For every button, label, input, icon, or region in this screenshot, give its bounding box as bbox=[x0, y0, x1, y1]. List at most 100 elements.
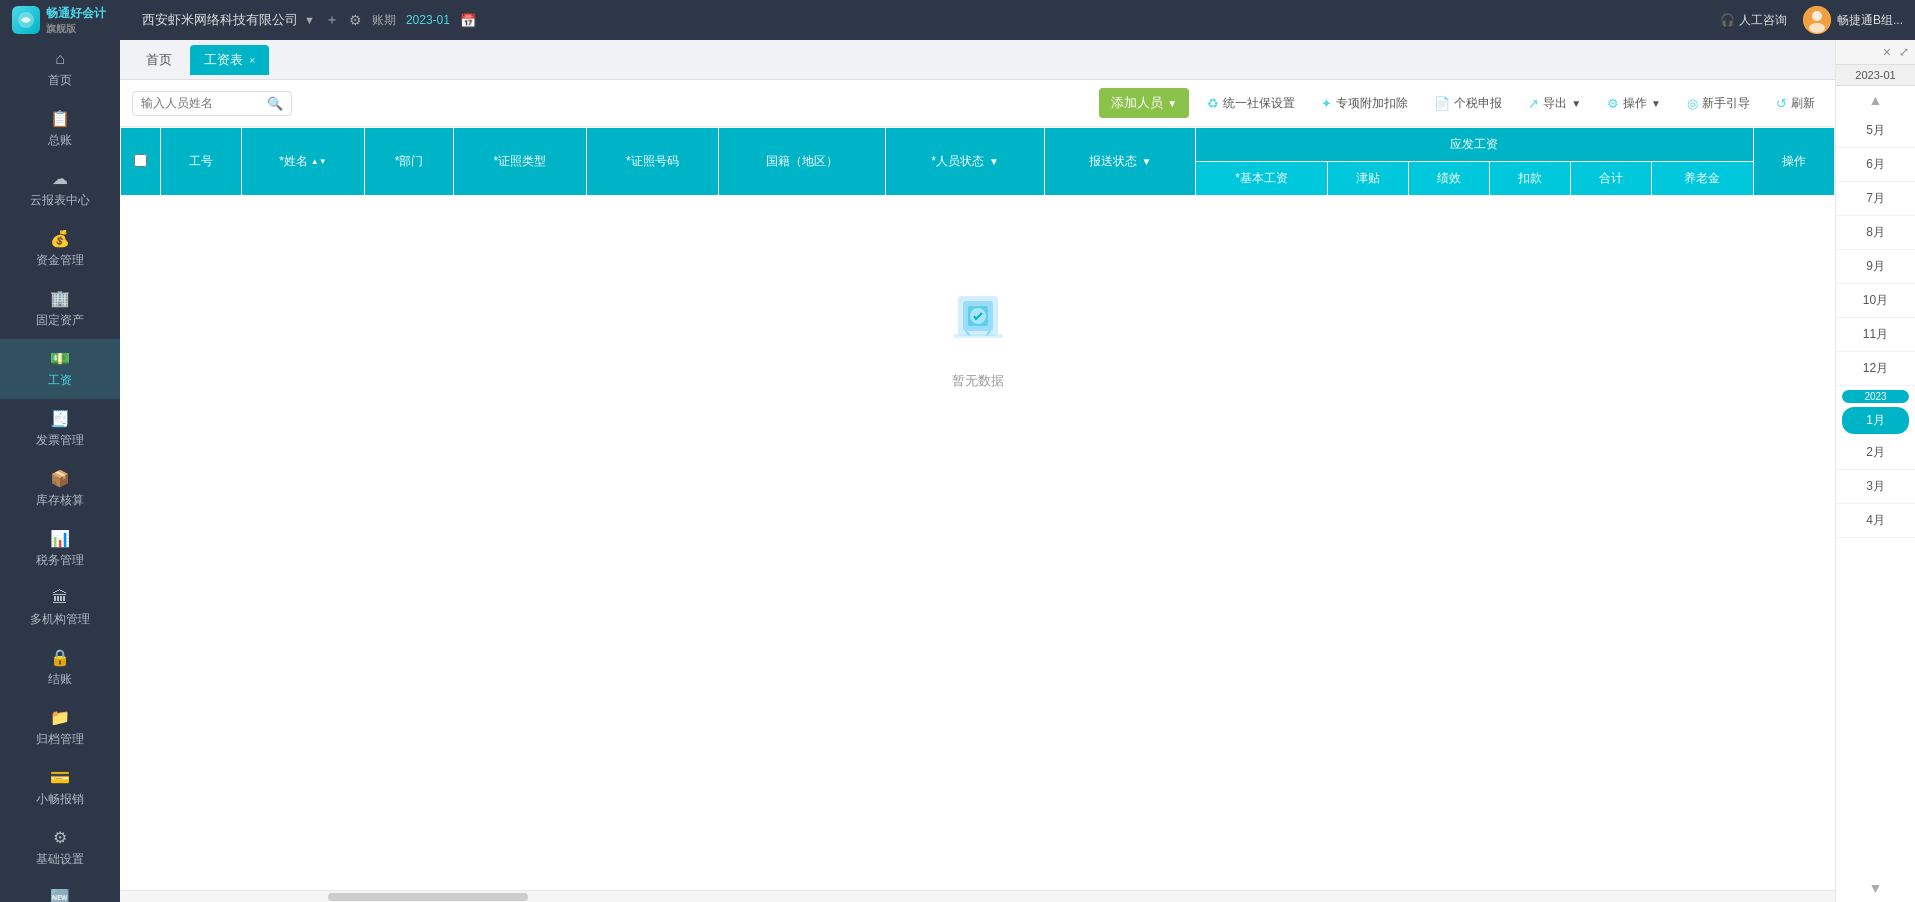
archive-icon: 📁 bbox=[50, 708, 70, 727]
sidebar-item-tax[interactable]: 📊 税务管理 bbox=[0, 519, 120, 579]
th-id-no: *证照号码 bbox=[586, 128, 718, 196]
settings-icon[interactable]: ⚙ bbox=[349, 12, 362, 28]
next-year-btn[interactable]: ▼ bbox=[1836, 874, 1915, 902]
sidebar-item-archive[interactable]: 📁 归档管理 bbox=[0, 698, 120, 758]
sidebar-item-guide[interactable]: 🆕 新手引导 bbox=[0, 878, 120, 902]
company-name: 西安虾米网络科技有限公司 bbox=[142, 11, 298, 29]
report-filter-icon[interactable]: ▼ bbox=[1142, 156, 1152, 167]
tab-payroll-table[interactable]: 工资表 × bbox=[190, 45, 269, 75]
month-item-3[interactable]: 3月 bbox=[1836, 470, 1915, 504]
personal-tax-btn[interactable]: 📄 个税申报 bbox=[1426, 91, 1510, 116]
guide-toolbar-icon: ◎ bbox=[1687, 96, 1698, 111]
th-checkbox bbox=[121, 128, 161, 196]
tab-home[interactable]: 首页 bbox=[132, 45, 186, 75]
sidebar-item-cloud-report[interactable]: ☁ 云报表中心 bbox=[0, 159, 120, 219]
dropdown-arrow-icon: ▼ bbox=[304, 14, 315, 26]
tax-icon: 📊 bbox=[50, 529, 70, 548]
sidebar-label-funds: 资金管理 bbox=[36, 252, 84, 269]
export-btn[interactable]: ↗ 导出 ▼ bbox=[1520, 91, 1589, 116]
user-area: 畅捷通B组... bbox=[1803, 6, 1903, 34]
logo-area: 畅通好会计 旗舰版 bbox=[12, 5, 132, 36]
extra-deduct-btn[interactable]: ✦ 专项附加扣除 bbox=[1313, 91, 1416, 116]
svg-point-3 bbox=[1809, 23, 1825, 33]
year-badge: 2023 bbox=[1842, 390, 1909, 403]
add-person-button[interactable]: 添加人员 ▼ bbox=[1099, 88, 1189, 118]
refresh-btn[interactable]: ↺ 刷新 bbox=[1768, 91, 1823, 116]
fixed-assets-icon: 🏢 bbox=[50, 289, 70, 308]
guide-btn[interactable]: ◎ 新手引导 bbox=[1679, 91, 1758, 116]
sidebar-item-fixed-assets[interactable]: 🏢 固定资产 bbox=[0, 279, 120, 339]
prev-year-btn[interactable]: ▲ bbox=[1836, 86, 1915, 114]
month-item-12[interactable]: 12月 bbox=[1836, 352, 1915, 386]
sidebar-label-home: 首页 bbox=[48, 72, 72, 89]
status-filter-icon[interactable]: ▼ bbox=[989, 156, 999, 167]
sidebar-item-payroll[interactable]: 💵 工资 bbox=[0, 339, 120, 399]
select-all-checkbox[interactable] bbox=[134, 154, 147, 167]
month-item-6[interactable]: 6月 bbox=[1836, 148, 1915, 182]
month-item-8[interactable]: 8月 bbox=[1836, 216, 1915, 250]
month-item-4[interactable]: 4月 bbox=[1836, 504, 1915, 538]
social-security-btn[interactable]: ♻ 统一社保设置 bbox=[1199, 91, 1303, 116]
extra-deduct-icon: ✦ bbox=[1321, 96, 1332, 111]
service-btn[interactable]: 🎧 人工咨询 bbox=[1720, 12, 1787, 29]
table-container: 工号 *姓名 ▲▼ *部门 *证照类型 *证照号码 国籍（地区） *人员状 bbox=[120, 127, 1835, 890]
th-deductions: 扣款 bbox=[1489, 162, 1570, 196]
month-list: 5月 6月 7月 8月 9月 10月 11月 12月 2023 1月 2月 3月… bbox=[1836, 114, 1915, 874]
period-label: 账期 bbox=[372, 12, 396, 29]
search-input[interactable] bbox=[141, 96, 261, 110]
close-panel-icon[interactable]: × bbox=[1883, 44, 1891, 60]
closing-icon: 🔒 bbox=[50, 648, 70, 667]
search-icon: 🔍 bbox=[267, 96, 283, 111]
th-name: *姓名 ▲▼ bbox=[241, 128, 364, 196]
month-item-11[interactable]: 11月 bbox=[1836, 318, 1915, 352]
sidebar-item-funds[interactable]: 💰 资金管理 bbox=[0, 219, 120, 279]
month-item-9[interactable]: 9月 bbox=[1836, 250, 1915, 284]
home-icon: ⌂ bbox=[55, 50, 65, 68]
month-item-10[interactable]: 10月 bbox=[1836, 284, 1915, 318]
name-sort-icon[interactable]: ▲▼ bbox=[311, 158, 327, 166]
th-id-type: *证照类型 bbox=[454, 128, 586, 196]
month-item-5[interactable]: 5月 bbox=[1836, 114, 1915, 148]
month-item-2[interactable]: 2月 bbox=[1836, 436, 1915, 470]
month-item-1[interactable]: 1月 bbox=[1842, 407, 1909, 434]
toolbar-right: 添加人员 ▼ ♻ 统一社保设置 ✦ 专项附加扣除 📄 个税申报 ↗ 导出 bbox=[1099, 88, 1823, 118]
svg-point-2 bbox=[1812, 11, 1822, 21]
sidebar-label-tax: 税务管理 bbox=[36, 552, 84, 569]
sidebar-item-closing[interactable]: 🔒 结账 bbox=[0, 638, 120, 698]
export-dropdown-icon: ▼ bbox=[1571, 98, 1581, 109]
tab-home-label: 首页 bbox=[146, 51, 172, 69]
cloud-icon: ☁ bbox=[52, 169, 68, 188]
main-layout: ⌂ 首页 📋 总账 ☁ 云报表中心 💰 资金管理 🏢 固定资产 💵 工资 🧾 发… bbox=[0, 40, 1915, 902]
sidebar-item-settings[interactable]: ⚙ 基础设置 bbox=[0, 818, 120, 878]
calendar-icon[interactable]: 📅 bbox=[460, 13, 476, 28]
maximize-panel-icon[interactable]: ⤢ bbox=[1899, 45, 1909, 59]
sidebar-item-home[interactable]: ⌂ 首页 bbox=[0, 40, 120, 99]
scroll-thumb[interactable] bbox=[328, 893, 528, 901]
th-emp-no: 工号 bbox=[161, 128, 242, 196]
sidebar-label-archive: 归档管理 bbox=[36, 731, 84, 748]
app-name: 畅通好会计 旗舰版 bbox=[46, 5, 106, 36]
content-area: 首页 工资表 × 🔍 添加人员 ▼ ♻ 统一社保设置 bbox=[120, 40, 1835, 902]
sidebar-item-multi-org[interactable]: 🏛 多机构管理 bbox=[0, 579, 120, 638]
search-box[interactable]: 🔍 bbox=[132, 91, 292, 116]
add-company-btn[interactable]: ＋ bbox=[325, 11, 339, 29]
th-operation: 操作 bbox=[1754, 128, 1835, 196]
tab-close-icon[interactable]: × bbox=[249, 54, 255, 66]
top-header: 畅通好会计 旗舰版 西安虾米网络科技有限公司 ▼ ＋ ⚙ 账期 2023-01 … bbox=[0, 0, 1915, 40]
company-selector[interactable]: 西安虾米网络科技有限公司 ▼ bbox=[142, 11, 315, 29]
sidebar-item-expense[interactable]: 💳 小畅报销 bbox=[0, 758, 120, 818]
sidebar-label-closing: 结账 bbox=[48, 671, 72, 688]
sidebar-label-cloud: 云报表中心 bbox=[30, 192, 90, 209]
sidebar-item-inventory[interactable]: 📦 库存核算 bbox=[0, 459, 120, 519]
empty-text: 暂无数据 bbox=[952, 372, 1004, 390]
period-value[interactable]: 2023-01 bbox=[406, 13, 450, 27]
sidebar-item-ledger[interactable]: 📋 总账 bbox=[0, 99, 120, 159]
inventory-icon: 📦 bbox=[50, 469, 70, 488]
sidebar-label-expense: 小畅报销 bbox=[36, 791, 84, 808]
th-performance: 绩效 bbox=[1409, 162, 1490, 196]
multi-org-icon: 🏛 bbox=[52, 589, 68, 607]
month-item-7[interactable]: 7月 bbox=[1836, 182, 1915, 216]
sidebar-label-inventory: 库存核算 bbox=[36, 492, 84, 509]
sidebar-item-invoice[interactable]: 🧾 发票管理 bbox=[0, 399, 120, 459]
operations-btn[interactable]: ⚙ 操作 ▼ bbox=[1599, 91, 1669, 116]
